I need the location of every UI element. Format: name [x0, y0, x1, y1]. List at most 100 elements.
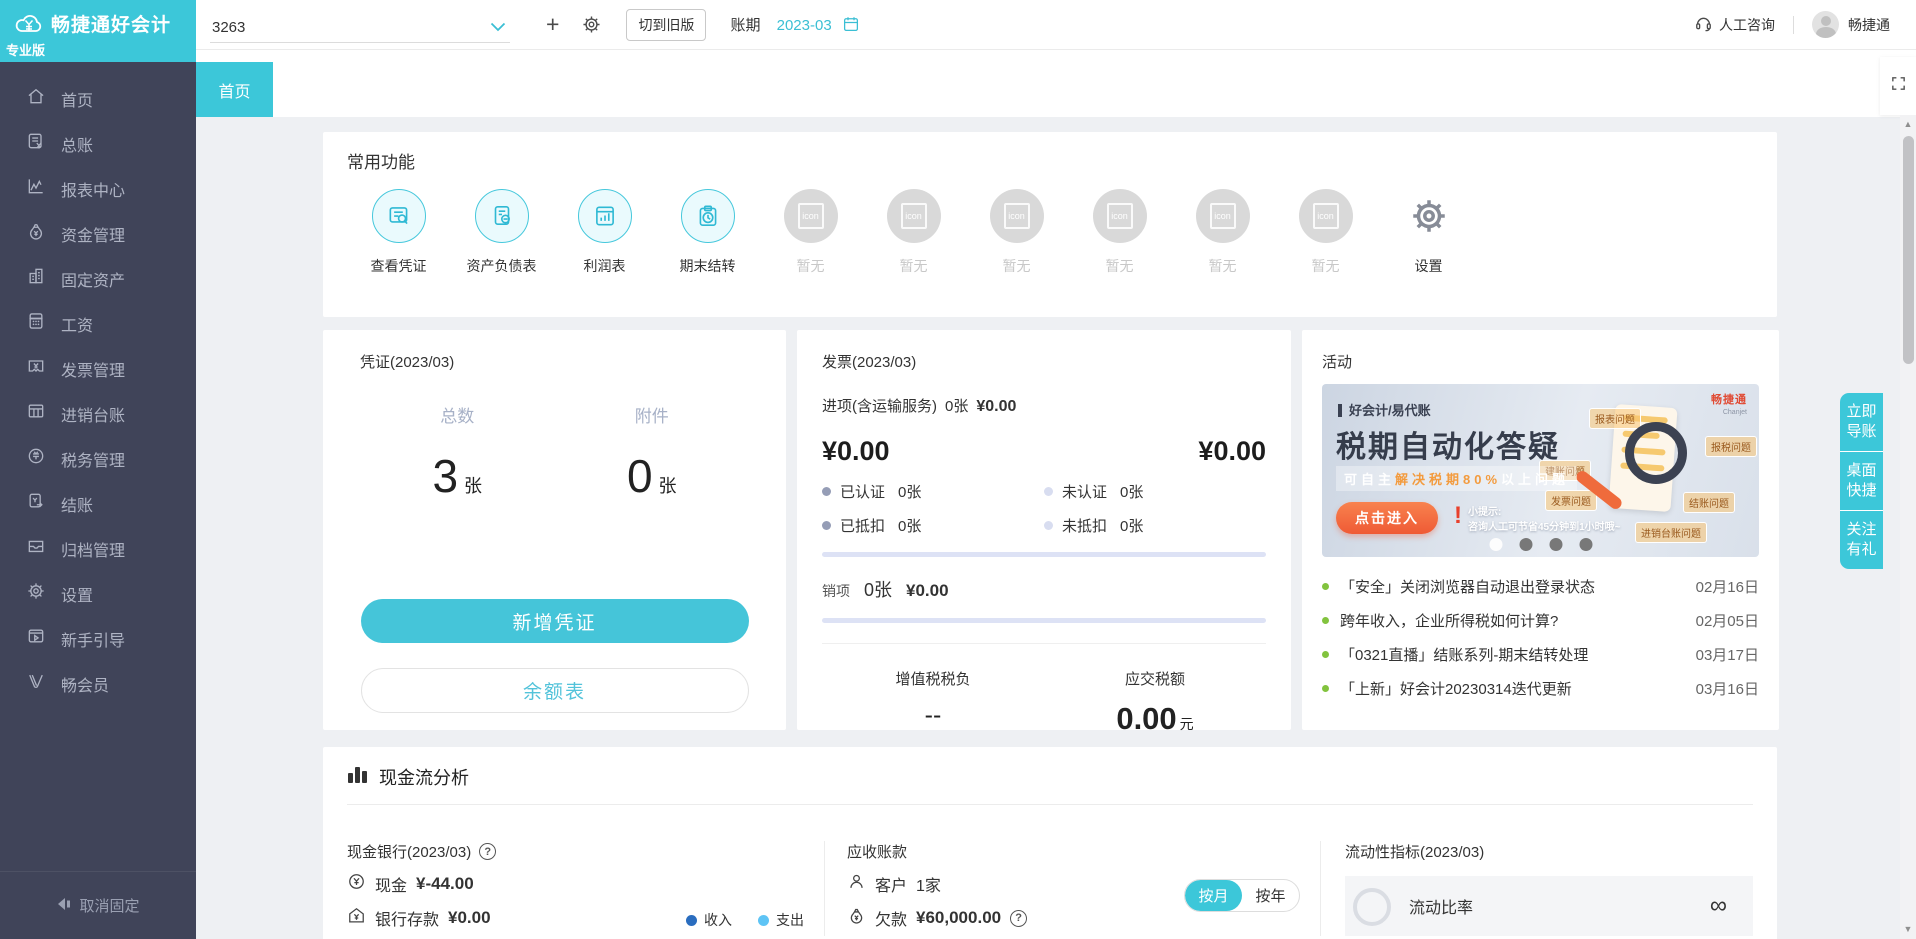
tax-coin-icon	[26, 446, 46, 471]
sidebar-item-label: 总账	[61, 137, 94, 155]
calendar-icon[interactable]	[842, 15, 860, 33]
tax-due: 应交税额 0.00 元	[1116, 671, 1194, 736]
qf-settings[interactable]: 设置	[1377, 189, 1480, 276]
sidebar-item-funds[interactable]: 资金管理	[0, 211, 196, 256]
qf-balance-sheet[interactable]: 资产负债表	[450, 189, 553, 276]
customer-icon	[847, 872, 866, 896]
desktop-shortcut-button[interactable]: 桌面 快捷	[1840, 452, 1883, 511]
qf-profit-statement[interactable]: 利润表	[553, 189, 656, 276]
qf-label: 查看凭证	[370, 258, 427, 274]
qf-period-carryover[interactable]: 期末结转	[656, 189, 759, 276]
stat-unit: 张	[464, 476, 483, 496]
qf-view-voucher[interactable]: 查看凭证	[347, 189, 450, 276]
sidebar-item-report-center[interactable]: 报表中心	[0, 166, 196, 211]
profit-chart-icon	[577, 189, 632, 243]
sidebar-item-settings[interactable]: 设置	[0, 571, 196, 616]
switch-old-version-button[interactable]: 切到旧版	[626, 8, 707, 41]
placeholder-icon: icon	[1092, 189, 1147, 243]
activity-item[interactable]: 跨年收入，企业所得税如何计算? 02月05日	[1322, 603, 1759, 637]
current-ratio-value: ∞	[1709, 892, 1727, 919]
fullscreen-button[interactable]	[1880, 57, 1916, 115]
building-icon	[26, 266, 46, 291]
tab-home[interactable]: 首页	[196, 62, 273, 117]
scroll-down-icon[interactable]: ▼	[1904, 920, 1913, 939]
activity-item[interactable]: 「上新」好会计20230314迭代更新 03月16日	[1322, 671, 1759, 705]
sidebar-item-fixed-assets[interactable]: 固定资产	[0, 256, 196, 301]
liquidity-column: 流动性指标(2023/03) 流动比率 ∞	[1320, 841, 1753, 936]
sidebar-item-label: 进销台账	[61, 407, 126, 425]
sidebar-item-beginner-guide[interactable]: 新手引导	[0, 616, 196, 661]
bullet-certified: 已认证 0张	[822, 481, 1044, 502]
scrollbar-thumb[interactable]	[1902, 136, 1914, 364]
follow-gift-button[interactable]: 关注 有礼	[1840, 511, 1883, 569]
placeholder-icon: icon	[1195, 189, 1250, 243]
play-video-icon	[26, 626, 46, 651]
balance-table-button[interactable]: 余额表	[360, 668, 749, 713]
logo-title: 畅捷通好会计	[51, 15, 172, 36]
period-label: 账期	[730, 17, 761, 34]
carryover-clock-icon	[680, 189, 735, 243]
voucher-card: 凭证(2023/03) 总数 3张 附件 0张 新增凭证 余额表	[323, 330, 786, 730]
qf-empty-slot: icon 暂无	[1068, 189, 1171, 276]
quick-functions-title: 常用功能	[347, 153, 415, 172]
debt-row: 欠款 ¥60,000.00 ?	[847, 906, 1028, 930]
banner-title: 税期自动化答疑	[1336, 431, 1560, 464]
scroll-up-icon[interactable]: ▲	[1904, 115, 1913, 134]
topbar-gear-icon[interactable]	[581, 14, 602, 35]
tab-strip: 首页	[196, 50, 1916, 117]
user-menu[interactable]: 畅捷通	[1812, 11, 1890, 38]
sidebar-item-label: 归档管理	[61, 542, 126, 560]
carousel-dot[interactable]	[1489, 538, 1502, 551]
qf-label: 暂无	[899, 258, 928, 274]
output-invoice-label: 销项	[822, 583, 850, 599]
banner-cta-button[interactable]: 点击进入	[1336, 502, 1438, 534]
qf-empty-slot: icon 暂无	[1274, 189, 1377, 276]
sidebar-item-membership[interactable]: 畅会员	[0, 661, 196, 706]
toggle-by-year[interactable]: 按年	[1242, 880, 1299, 911]
voucher-search-icon	[371, 189, 426, 243]
sidebar-item-payroll[interactable]: 工资	[0, 301, 196, 346]
scrollbar[interactable]: ▲ ▼	[1900, 115, 1916, 939]
current-ratio-label: 流动比率	[1409, 900, 1474, 917]
help-icon[interactable]: ?	[479, 843, 497, 860]
output-invoice-amount: ¥0.00	[906, 581, 949, 600]
banner-tag: 报税问题	[1705, 436, 1757, 457]
sidebar-item-archive[interactable]: 归档管理	[0, 526, 196, 571]
banner-tag: 结账问题	[1683, 492, 1735, 513]
add-voucher-button[interactable]: 新增凭证	[360, 599, 749, 643]
receivable-title: 应收账款	[847, 844, 908, 861]
balance-sheet-icon	[474, 189, 529, 243]
sidebar-item-tax-mgmt[interactable]: 税务管理	[0, 436, 196, 481]
help-icon[interactable]: ?	[1010, 909, 1028, 927]
import-accounts-button[interactable]: 立即 导账	[1840, 393, 1883, 452]
output-invoice-count: 0张	[864, 580, 893, 600]
support-link[interactable]: 人工咨询	[1694, 14, 1775, 36]
sidebar-item-purchase-sales[interactable]: 进销台账	[0, 391, 196, 436]
vip-v-icon	[26, 671, 46, 696]
activity-item[interactable]: 「0321直播」结账系列-期末结转处理 03月17日	[1322, 637, 1759, 671]
closing-book-icon	[26, 491, 46, 516]
page-content: 常用功能 查看凭证 资产负债表 利润表 期末结转 icon 暂无 icon 暂无…	[196, 117, 1916, 939]
money-bag-icon	[26, 221, 46, 246]
activity-banner[interactable]: 畅捷通 Chanjet 报表问题 报税问题 建账问题 发票问题 结账问题 进销台…	[1322, 384, 1759, 557]
cash-bank-column: 现金银行(2023/03) ? 现金 ¥-44.00 银行存款 ¥0.00 收入…	[347, 841, 824, 936]
sidebar: 畅捷通好会计 专业版 首页 总账 报表中心 资金管理 固定资产 工资 发票管理 …	[0, 0, 196, 939]
carousel-dot[interactable]	[1549, 538, 1562, 551]
sidebar-item-label: 设置	[61, 587, 94, 605]
input-progress-bar	[822, 552, 1266, 557]
sidebar-item-invoice-mgmt[interactable]: 发票管理	[0, 346, 196, 391]
period-value[interactable]: 2023-03	[777, 17, 832, 34]
bullet-undeducted: 未抵扣 0张	[1044, 515, 1266, 536]
carousel-dot[interactable]	[1519, 538, 1532, 551]
sidebar-item-closing[interactable]: 结账	[0, 481, 196, 526]
sidebar-item-general-ledger[interactable]: 总账	[0, 121, 196, 166]
sidebar-item-home[interactable]: 首页	[0, 76, 196, 121]
add-account-button[interactable]: +	[546, 13, 559, 36]
invoice-icon	[26, 356, 46, 381]
sidebar-nav: 首页 总账 报表中心 资金管理 固定资产 工资 发票管理 进销台账 税务管理 结…	[0, 62, 196, 871]
account-select[interactable]: 3263	[210, 7, 510, 43]
toggle-by-month[interactable]: 按月	[1185, 880, 1242, 911]
carousel-dot[interactable]	[1579, 538, 1592, 551]
activity-item[interactable]: 「安全」关闭浏览器自动退出登录状态 02月16日	[1322, 569, 1759, 603]
unpin-sidebar-button[interactable]: 取消固定	[0, 871, 196, 939]
